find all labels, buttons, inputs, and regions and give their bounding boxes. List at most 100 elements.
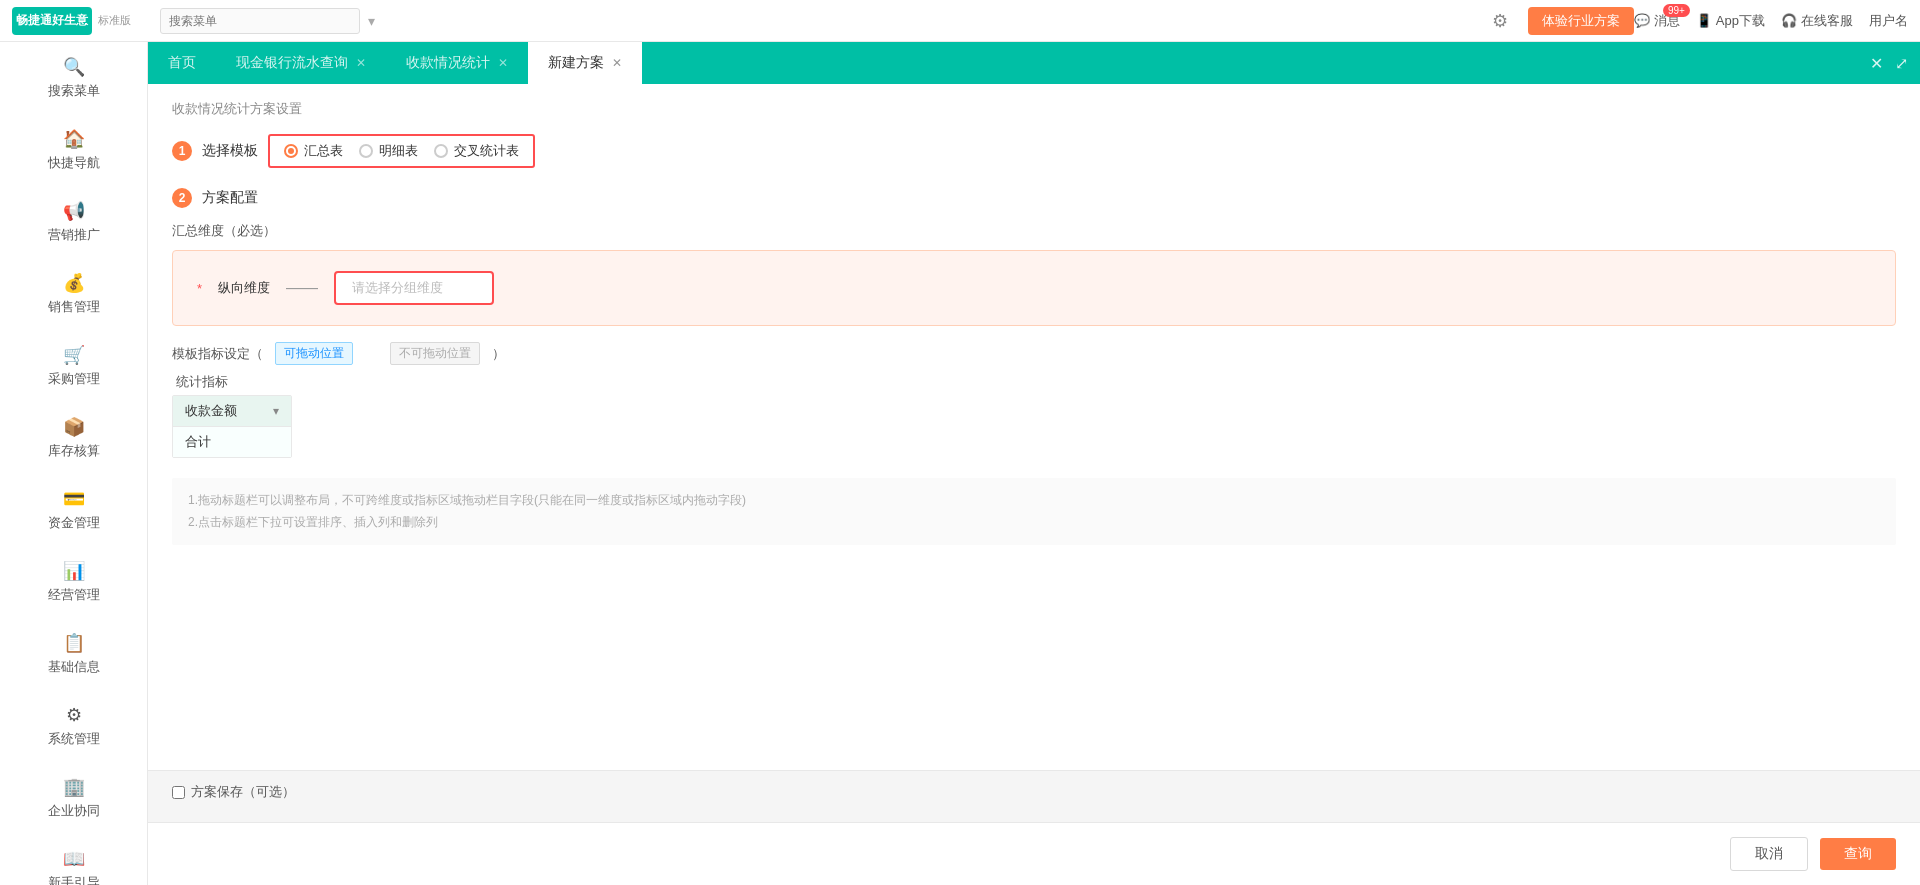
radio-detail-label: 明细表 (379, 142, 418, 160)
header: 畅捷通好生意 标准版 ▾ ⚙ 体验行业方案 💬 消息 99+ 📱 App下载 🎧… (0, 0, 1920, 42)
guide-icon: 📖 (63, 848, 85, 870)
sidebar-item-basic[interactable]: 📋 基础信息 (0, 618, 147, 690)
service-label: 在线客服 (1801, 12, 1853, 30)
metrics-setting-label: 模板指标设定（ (172, 345, 263, 363)
sidebar: 🔍 搜索菜单 🏠 快捷导航 📢 营销推广 💰 销售管理 🛒 采购管理 📦 库存核… (0, 42, 148, 885)
sidebar-item-enterprise[interactable]: 🏢 企业协同 (0, 762, 147, 834)
section-config: 2 方案配置 汇总维度（必选） * 纵向维度 —— (172, 188, 1896, 545)
sidebar-item-guide[interactable]: 📖 新手引导 (0, 834, 147, 885)
sidebar-item-label: 资金管理 (48, 514, 100, 532)
tab-cashflow[interactable]: 现金银行流水查询 ✕ (216, 42, 386, 84)
radio-cross-label: 交叉统计表 (454, 142, 519, 160)
save-checkbox-input[interactable] (172, 786, 185, 799)
message-btn[interactable]: 💬 消息 99+ (1634, 12, 1680, 30)
metrics-section: 模板指标设定（ 可拖动位置 不可拖动位置 ） 统计指标 (172, 342, 1896, 458)
marketing-icon: 📢 (63, 200, 85, 222)
vertical-dim-label: 纵向维度 (218, 279, 270, 297)
stat-label: 统计指标 (172, 373, 292, 391)
dimension-select[interactable]: 请选择分组维度 (334, 271, 494, 305)
sidebar-item-management[interactable]: 📊 经营管理 (0, 546, 147, 618)
radio-summary[interactable]: 汇总表 (284, 142, 343, 160)
basic-icon: 📋 (63, 632, 85, 654)
tab-receipt-label: 收款情况统计 (406, 54, 490, 72)
sidebar-item-label: 新手引导 (48, 874, 100, 885)
tab-receipt-close[interactable]: ✕ (498, 56, 508, 70)
sidebar-item-label: 库存核算 (48, 442, 100, 460)
section1-title: 选择模板 (202, 142, 258, 160)
radio-cross[interactable]: 交叉统计表 (434, 142, 519, 160)
message-badge: 99+ (1663, 4, 1690, 17)
sidebar-item-sales[interactable]: 💰 销售管理 (0, 258, 147, 330)
sidebar-item-finance[interactable]: 💳 资金管理 (0, 474, 147, 546)
sidebar-item-label: 快捷导航 (48, 154, 100, 172)
metrics-table-wrapper: 统计指标 收款金额 ▾ 合计 (172, 373, 1896, 458)
section2-title: 方案配置 (202, 189, 258, 207)
enterprise-icon: 🏢 (63, 776, 85, 798)
logo-area: 畅捷通好生意 标准版 (12, 7, 160, 35)
section-template-header: 1 选择模板 汇总表 明细表 (172, 134, 1896, 168)
tab-home[interactable]: 首页 (148, 42, 216, 84)
sidebar-item-purchase[interactable]: 🛒 采购管理 (0, 330, 147, 402)
metrics-col-row: 合计 (173, 427, 291, 457)
sidebar-item-inventory[interactable]: 📦 库存核算 (0, 402, 147, 474)
search-icon: 🔍 (63, 56, 85, 78)
radio-detail[interactable]: 明细表 (359, 142, 418, 160)
header-actions: ⚙ 体验行业方案 (1492, 7, 1634, 35)
radio-detail-circle (359, 144, 373, 158)
purchase-icon: 🛒 (63, 344, 85, 366)
trial-button[interactable]: 体验行业方案 (1528, 7, 1634, 35)
search-input[interactable] (160, 8, 360, 34)
metrics-setting-label2 (365, 345, 378, 363)
sidebar-item-label: 系统管理 (48, 730, 100, 748)
service-btn[interactable]: 🎧 在线客服 (1781, 12, 1853, 30)
download-btn[interactable]: 📱 App下载 (1696, 12, 1765, 30)
tab-new-plan-label: 新建方案 (548, 54, 604, 72)
metrics-col-header[interactable]: 收款金额 ▾ (173, 396, 291, 427)
expand-icon[interactable]: ⤢ (1895, 54, 1908, 73)
sidebar-item-marketing[interactable]: 📢 营销推广 (0, 186, 147, 258)
management-icon: 📊 (63, 560, 85, 582)
section-template: 1 选择模板 汇总表 明细表 (172, 134, 1896, 168)
save-checkbox-label[interactable]: 方案保存（可选） (172, 783, 295, 801)
arrow: —— (286, 279, 318, 297)
tab-bar: 首页 现金银行流水查询 ✕ 收款情况统计 ✕ 新建方案 ✕ ✕ ⤢ (148, 42, 1920, 84)
dropdown-icon[interactable]: ▾ (368, 13, 375, 29)
home-icon: 🏠 (63, 128, 85, 150)
section-config-header: 2 方案配置 (172, 188, 1896, 208)
dimension-config-label: 汇总维度（必选） (172, 222, 1896, 240)
sidebar-item-label: 销售管理 (48, 298, 100, 316)
user-area[interactable]: 用户名 (1869, 12, 1908, 30)
query-button[interactable]: 查询 (1820, 838, 1896, 870)
draggable-badge: 可拖动位置 (275, 342, 353, 365)
logo-version: 标准版 (98, 13, 131, 28)
dimension-area: * 纵向维度 —— 请选择分组维度 (172, 250, 1896, 326)
required-mark: * (197, 281, 202, 296)
template-options-box: 汇总表 明细表 交叉统计表 (268, 134, 535, 168)
close-window-icon[interactable]: ✕ (1870, 54, 1883, 73)
tab-cashflow-close[interactable]: ✕ (356, 56, 366, 70)
cancel-button[interactable]: 取消 (1730, 837, 1808, 871)
metrics-table: 收款金额 ▾ 合计 (172, 395, 292, 458)
sidebar-item-label: 企业协同 (48, 802, 100, 820)
save-checkbox-text: 方案保存（可选） (191, 783, 295, 801)
sidebar-item-nav[interactable]: 🏠 快捷导航 (0, 114, 147, 186)
tab-receipt[interactable]: 收款情况统计 ✕ (386, 42, 528, 84)
section2-num: 2 (172, 188, 192, 208)
section1-num: 1 (172, 141, 192, 161)
inventory-icon: 📦 (63, 416, 85, 438)
metrics-setting-label3: ） (492, 345, 505, 363)
config-section: 汇总维度（必选） * 纵向维度 —— 请选择分组维度 (172, 222, 1896, 545)
sidebar-item-system[interactable]: ⚙ 系统管理 (0, 690, 147, 762)
sidebar-item-search[interactable]: 🔍 搜索菜单 (0, 42, 147, 114)
tab-new-plan-close[interactable]: ✕ (612, 56, 622, 70)
sidebar-item-label: 经营管理 (48, 586, 100, 604)
save-bar: 方案保存（可选） (148, 770, 1920, 813)
sales-icon: 💰 (63, 272, 85, 294)
radio-cross-circle (434, 144, 448, 158)
system-icon: ⚙ (66, 704, 82, 726)
tip-1: 1.拖动标题栏可以调整布局，不可跨维度或指标区域拖动栏目字段(只能在同一维度或指… (188, 490, 1880, 512)
sidebar-item-label: 基础信息 (48, 658, 100, 676)
gear-icon[interactable]: ⚙ (1492, 10, 1508, 32)
tab-new-plan[interactable]: 新建方案 ✕ (528, 42, 642, 84)
download-label: App下载 (1716, 12, 1765, 30)
